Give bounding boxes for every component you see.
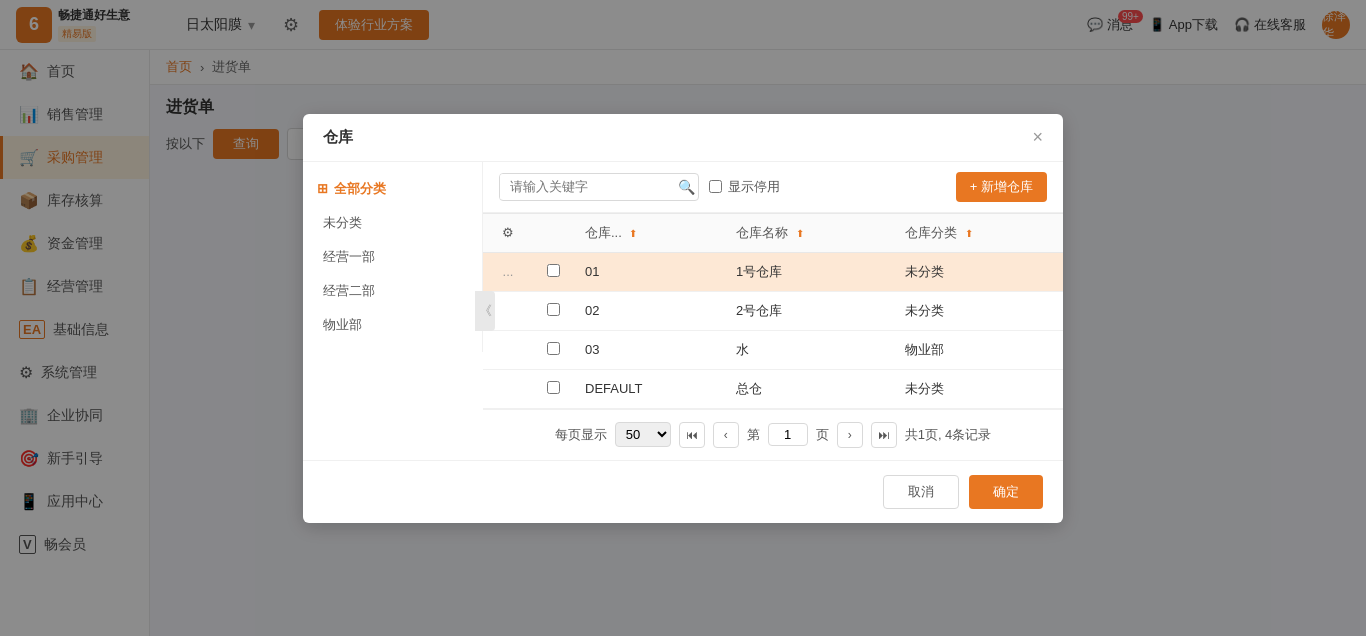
col-header-name: 仓库名称 ⬆ [724, 213, 894, 252]
row-code: DEFAULT [573, 369, 724, 408]
category-panel-wrap: ⊞ 全部分类 未分类 经营一部 经营二部 物业部 《 [303, 162, 483, 460]
category-item-1[interactable]: 经营一部 [303, 240, 482, 274]
row-name: 1号仓库 [724, 252, 894, 291]
sort-icon-name: ⬆ [796, 228, 804, 239]
row-name: 水 [724, 330, 894, 369]
category-item-3[interactable]: 物业部 [303, 308, 482, 342]
modal-header: 仓库 × [303, 114, 1063, 162]
collapse-category-button[interactable]: 《 [475, 291, 495, 331]
page-unit: 页 [816, 426, 829, 444]
row-category: 未分类 [893, 291, 1063, 330]
show-disabled-label: 显示停用 [709, 178, 780, 196]
table-panel: 🔍 显示停用 + 新增仓库 ⚙ [483, 162, 1063, 460]
table-row[interactable]: ... 01 1号仓库 未分类 [483, 252, 1063, 291]
page-size-label: 每页显示 [555, 426, 607, 444]
cancel-button[interactable]: 取消 [883, 475, 959, 509]
row-check[interactable] [533, 291, 573, 330]
row-gear [483, 369, 533, 408]
row-code: 03 [573, 330, 724, 369]
total-info: 共1页, 4条记录 [905, 426, 992, 444]
sort-icon-code: ⬆ [629, 228, 637, 239]
page-number-input[interactable] [768, 423, 808, 446]
row-gear [483, 330, 533, 369]
row-name: 总仓 [724, 369, 894, 408]
category-all-header[interactable]: ⊞ 全部分类 [303, 172, 482, 206]
add-warehouse-button[interactable]: + 新增仓库 [956, 172, 1047, 202]
col-header-gear: ⚙ [483, 213, 533, 252]
col-header-category: 仓库分类 ⬆ [893, 213, 1063, 252]
modal-body: ⊞ 全部分类 未分类 经营一部 经营二部 物业部 《 🔍 [303, 162, 1063, 460]
search-icon[interactable]: 🔍 [670, 174, 699, 200]
row-category: 物业部 [893, 330, 1063, 369]
page-size-select[interactable]: 50 10 20 100 [615, 422, 671, 447]
row-code: 01 [573, 252, 724, 291]
category-item-2[interactable]: 经营二部 [303, 274, 482, 308]
table-row[interactable]: DEFAULT 总仓 未分类 [483, 369, 1063, 408]
pagination-bar: 每页显示 50 10 20 100 ⏮ ‹ 第 页 › ⏭ 共1页, 4条记录 [483, 409, 1063, 460]
row-check[interactable] [533, 252, 573, 291]
category-item-0[interactable]: 未分类 [303, 206, 482, 240]
modal-title: 仓库 [323, 128, 353, 147]
page-label: 第 [747, 426, 760, 444]
col-header-check [533, 213, 573, 252]
row-check[interactable] [533, 330, 573, 369]
row-code: 02 [573, 291, 724, 330]
search-input-wrap: 🔍 [499, 173, 699, 201]
grid-icon: ⊞ [317, 181, 328, 196]
row-check[interactable] [533, 369, 573, 408]
modal-overlay: 仓库 × ⊞ 全部分类 未分类 经营一部 经营二部 物业部 《 [0, 0, 1366, 636]
data-table: ⚙ 仓库... ⬆ 仓库名称 ⬆ [483, 213, 1063, 409]
confirm-button[interactable]: 确定 [969, 475, 1043, 509]
prev-page-button[interactable]: ‹ [713, 422, 739, 448]
row-gear: ... [483, 252, 533, 291]
table-row[interactable]: 03 水 物业部 [483, 330, 1063, 369]
row-category: 未分类 [893, 252, 1063, 291]
table-row[interactable]: 02 2号仓库 未分类 [483, 291, 1063, 330]
table-toolbar: 🔍 显示停用 + 新增仓库 [483, 162, 1063, 213]
show-disabled-checkbox[interactable] [709, 180, 722, 193]
col-header-code: 仓库... ⬆ [573, 213, 724, 252]
warehouse-modal: 仓库 × ⊞ 全部分类 未分类 经营一部 经营二部 物业部 《 [303, 114, 1063, 523]
sort-icon-category: ⬆ [965, 228, 973, 239]
category-panel: ⊞ 全部分类 未分类 经营一部 经营二部 物业部 [303, 162, 483, 352]
first-page-button[interactable]: ⏮ [679, 422, 705, 448]
search-input[interactable] [500, 174, 670, 199]
warehouse-table: ⚙ 仓库... ⬆ 仓库名称 ⬆ [483, 213, 1063, 409]
modal-close-button[interactable]: × [1032, 128, 1043, 146]
row-name: 2号仓库 [724, 291, 894, 330]
modal-footer: 取消 确定 [303, 460, 1063, 523]
last-page-button[interactable]: ⏭ [871, 422, 897, 448]
row-category: 未分类 [893, 369, 1063, 408]
next-page-button[interactable]: › [837, 422, 863, 448]
